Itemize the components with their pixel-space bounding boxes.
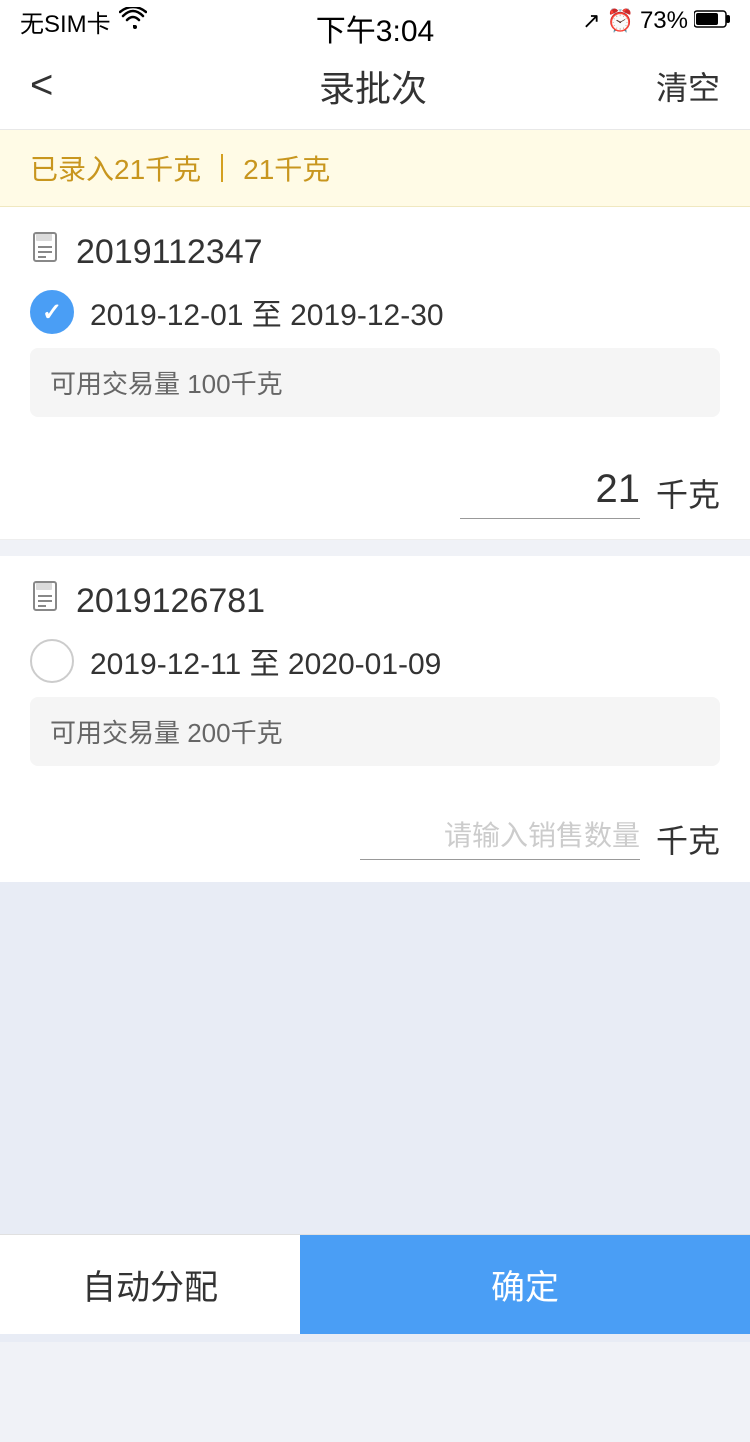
- info-banner: 已录入21千克 21千克: [0, 130, 750, 207]
- battery-icon: [694, 7, 730, 35]
- batch-2-quantity-row: 千克: [0, 806, 750, 882]
- batch-2-date: 2019-12-11 至 2020-01-09: [90, 639, 441, 683]
- batch-2-date-row: 2019-12-11 至 2020-01-09: [30, 639, 720, 683]
- batch-1-quantity-row: 千克: [0, 457, 750, 540]
- banner-divider: [221, 154, 223, 182]
- status-bar-left: 无SIM卡: [20, 4, 147, 39]
- batch-1-underline: [460, 518, 640, 519]
- batch-item-2-detail: 2019126781 2019-12-11 至 2020-01-09 可用交易量…: [0, 556, 750, 806]
- page-title: 录批次: [319, 60, 427, 112]
- clear-button[interactable]: 清空: [656, 63, 720, 109]
- batch-2-header: 2019126781: [30, 580, 720, 623]
- recorded-amount: 已录入21千克: [30, 148, 201, 188]
- batch-1-date: 2019-12-01 至 2019-12-30: [90, 290, 444, 334]
- status-bar: 无SIM卡 下午3:04 ↗ ⏰ 73%: [0, 0, 750, 42]
- batch-1-quantity-input[interactable]: [560, 467, 640, 512]
- batch-item-1-detail: 2019112347 2019-12-01 至 2019-12-30 可用交易量…: [0, 207, 750, 457]
- total-amount: 21千克: [243, 148, 330, 188]
- bottom-bar: 自动分配 确定: [0, 1234, 750, 1334]
- batch-item-1: 2019112347 2019-12-01 至 2019-12-30 可用交易量…: [0, 207, 750, 540]
- battery-text: 73%: [640, 7, 688, 35]
- alarm-icon: ⏰: [607, 8, 634, 34]
- item-separator: [0, 540, 750, 556]
- batch-item-2: 2019126781 2019-12-11 至 2020-01-09 可用交易量…: [0, 556, 750, 882]
- batch-2-radio[interactable]: [30, 639, 74, 683]
- batch-2-id: 2019126781: [76, 582, 265, 621]
- sim-text: 无SIM卡: [20, 4, 111, 39]
- bottom-spacer: [0, 1342, 750, 1442]
- batch-id-icon-2: [30, 580, 64, 623]
- batch-1-radio[interactable]: [30, 290, 74, 334]
- batch-2-input-wrap: [360, 819, 640, 860]
- batch-2-available: 可用交易量 200千克: [30, 697, 720, 766]
- nav-bar: < 录批次 清空: [0, 42, 750, 130]
- location-icon: ↗: [582, 8, 600, 34]
- confirm-button[interactable]: 确定: [300, 1235, 750, 1334]
- status-bar-right: ↗ ⏰ 73%: [582, 7, 730, 35]
- batch-2-underline: [360, 859, 640, 860]
- auto-assign-button[interactable]: 自动分配: [0, 1235, 300, 1334]
- status-bar-time: 下午3:04: [316, 6, 434, 50]
- batch-1-header: 2019112347: [30, 231, 720, 274]
- batch-1-id: 2019112347: [76, 233, 263, 272]
- wifi-icon: [119, 7, 147, 36]
- batch-id-icon-1: [30, 231, 64, 274]
- batch-1-input-wrap: [460, 467, 640, 519]
- batch-1-date-row: 2019-12-01 至 2019-12-30: [30, 290, 720, 334]
- back-button[interactable]: <: [30, 63, 90, 108]
- batch-1-available: 可用交易量 100千克: [30, 348, 720, 417]
- batch-2-quantity-input[interactable]: [360, 819, 640, 853]
- batch-1-unit: 千克: [656, 470, 720, 516]
- batch-2-unit: 千克: [656, 816, 720, 862]
